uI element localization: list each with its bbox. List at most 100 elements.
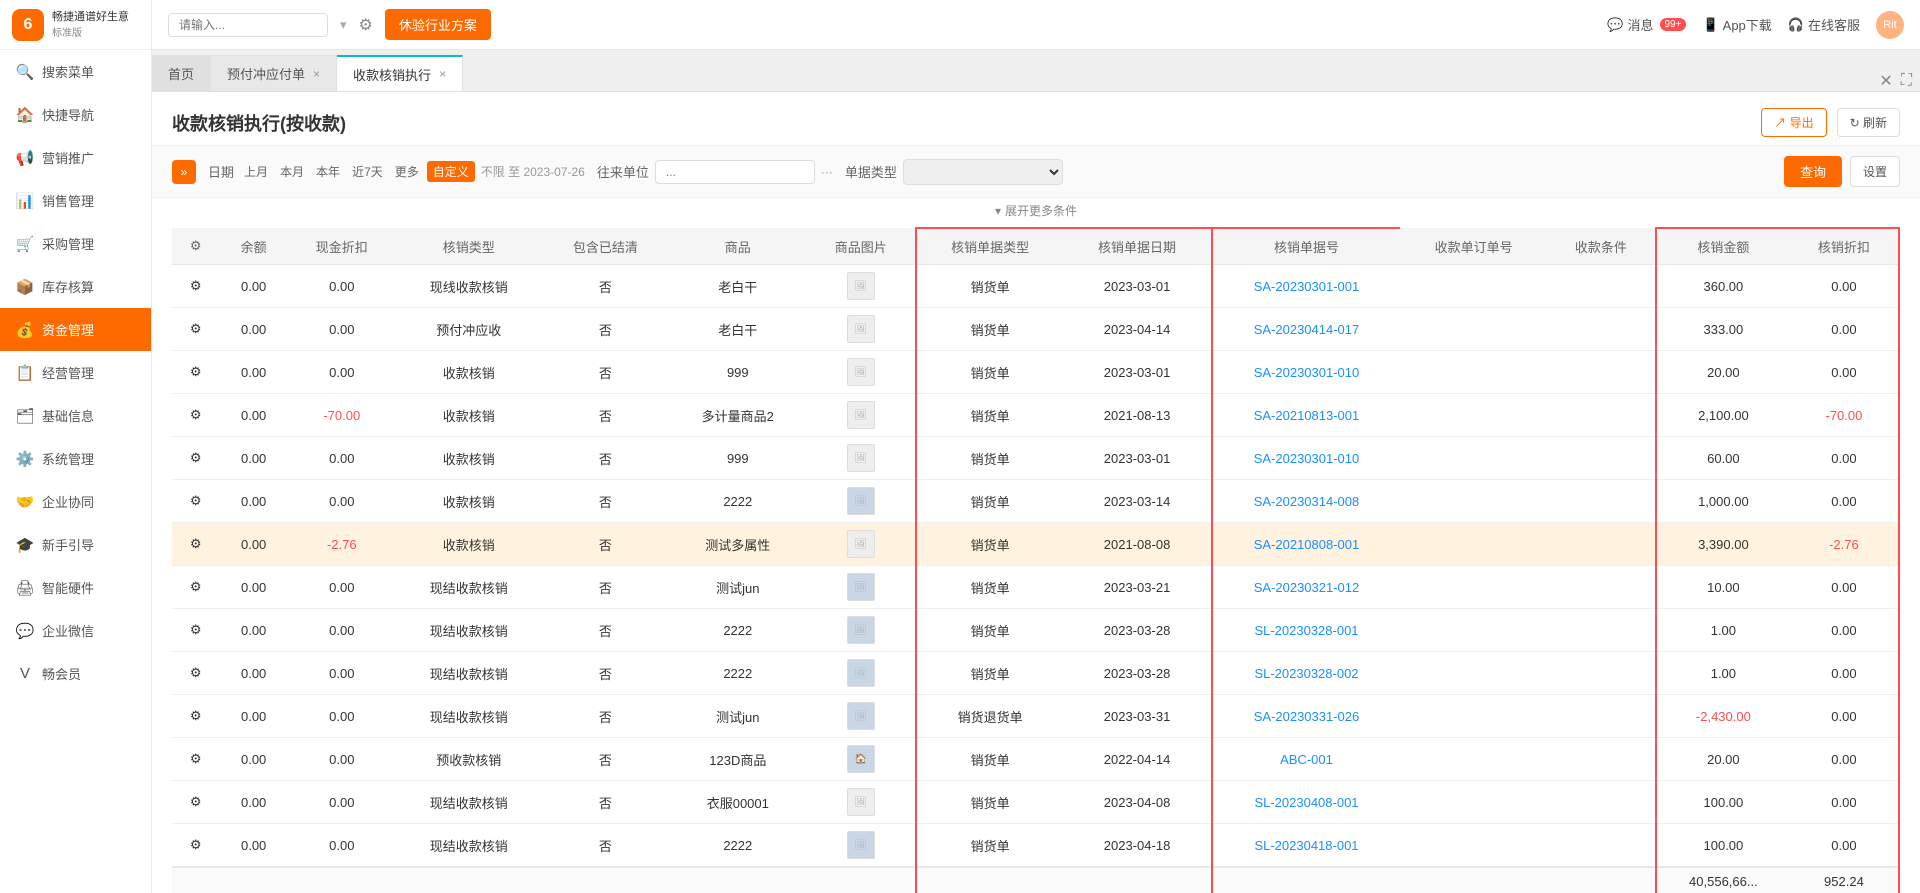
verify-no-link[interactable]: SA-20230314-008 — [1254, 494, 1360, 509]
cell-product: 测试jun — [669, 695, 807, 738]
settings-icon[interactable]: ⚙ — [190, 708, 202, 723]
settings-icon[interactable]: ⚙ — [190, 364, 202, 379]
settings-icon[interactable]: ⚙ — [190, 794, 202, 809]
verify-no-link[interactable]: SA-20230301-010 — [1254, 451, 1360, 466]
cell-receipt_condition — [1547, 738, 1656, 781]
solution-button[interactable]: 休验行业方案 — [385, 9, 491, 40]
last-month-btn[interactable]: 上月 — [240, 161, 272, 182]
this-month-btn[interactable]: 本月 — [276, 161, 308, 182]
cell-cash_discount: 0.00 — [288, 781, 396, 824]
partner-input[interactable] — [655, 160, 815, 184]
tab-label: 首页 — [168, 64, 194, 83]
cell-verify_amount: 1.00 — [1656, 652, 1790, 695]
cell-verify_doc_type: 销货单 — [916, 738, 1064, 781]
verify-no-link[interactable]: SA-20210808-001 — [1254, 537, 1360, 552]
cell-verify_discount: 0.00 — [1790, 609, 1899, 652]
cell-receipt_order_no — [1400, 695, 1546, 738]
tab-1[interactable]: 预付冲应付单× — [211, 55, 337, 91]
verify-no-link[interactable]: SL-20230408-001 — [1254, 795, 1358, 810]
verify-no-link[interactable]: SL-20230328-002 — [1254, 666, 1358, 681]
tab-close-icon[interactable]: × — [313, 67, 320, 81]
online-service-button[interactable]: 🎧 在线客服 — [1788, 15, 1860, 34]
sidebar-item-新手引导[interactable]: 🎓新手引导 — [0, 523, 151, 566]
cell-verify_doc_type: 销货单 — [916, 523, 1064, 566]
cell-verify_amount: 60.00 — [1656, 437, 1790, 480]
sidebar-item-营销推广[interactable]: 📢营销推广 — [0, 136, 151, 179]
custom-date-btn[interactable]: 自定义 — [427, 161, 475, 182]
sidebar-item-搜索菜单[interactable]: 🔍搜索菜单 — [0, 50, 151, 93]
cell-verify_date: 2023-04-14 — [1064, 308, 1212, 351]
settings-button[interactable]: 设置 — [1850, 156, 1900, 187]
verify-no-link[interactable]: SA-20210813-001 — [1254, 408, 1360, 423]
settings-icon[interactable]: ⚙ — [190, 622, 202, 637]
sidebar-item-基础信息[interactable]: 🗂基础信息 — [0, 394, 151, 437]
verify-no-link[interactable]: SA-20230414-017 — [1254, 322, 1360, 337]
settings-icon[interactable]: ⚙ — [190, 407, 202, 422]
sidebar-item-销售管理[interactable]: 📊销售管理 — [0, 179, 151, 222]
close-tab-icon[interactable]: ✕ — [1879, 71, 1892, 91]
sidebar-item-资金管理[interactable]: 💰资金管理 — [0, 308, 151, 351]
cell-verify_type: 收款核销 — [396, 437, 542, 480]
cell-verify_amount: 3,390.00 — [1656, 523, 1790, 566]
verify-no-link[interactable]: ABC-001 — [1280, 752, 1333, 767]
more-date-btn[interactable]: 更多 — [391, 161, 423, 182]
sidebar-item-采购管理[interactable]: 🛒采购管理 — [0, 222, 151, 265]
topbar-gear-icon[interactable]: ⚙ — [359, 15, 373, 35]
partner-more-icon[interactable]: ··· — [821, 165, 833, 179]
export-button[interactable]: ↗ 导出 — [1761, 108, 1826, 137]
table-row: ⚙0.000.00现结收款核销否2222🖼销货单2023-04-18SL-202… — [172, 824, 1899, 868]
this-year-btn[interactable]: 本年 — [312, 161, 344, 182]
date-range-text: 不限 至 2023-07-26 — [481, 163, 585, 180]
cell-verify_doc_type: 销货单 — [916, 824, 1064, 868]
cell-verify_type: 收款核销 — [396, 480, 542, 523]
filter-toggle-button[interactable]: » — [172, 160, 196, 184]
expand-conditions-button[interactable]: ▾ 展开更多条件 — [995, 202, 1077, 219]
settings-icon[interactable]: ⚙ — [190, 278, 202, 293]
last-7days-btn[interactable]: 近7天 — [348, 161, 387, 182]
settings-icon[interactable]: ⚙ — [190, 837, 202, 852]
sidebar-item-label: 快捷导航 — [42, 105, 94, 124]
topbar-search-input[interactable] — [168, 13, 328, 37]
avatar[interactable]: Rit — [1876, 11, 1904, 39]
expand-tab-icon[interactable]: ⛶ — [1901, 72, 1912, 90]
settings-icon[interactable]: ⚙ — [190, 665, 202, 680]
verify-no-link[interactable]: SA-20230301-001 — [1254, 279, 1360, 294]
verify-no-link[interactable]: SA-20230301-010 — [1254, 365, 1360, 380]
settings-icon[interactable]: ⚙ — [190, 450, 202, 465]
verify-no-link[interactable]: SL-20230328-001 — [1254, 623, 1358, 638]
settings-icon[interactable]: ⚙ — [190, 751, 202, 766]
tab-2[interactable]: 收款核销执行× — [337, 55, 463, 91]
filter-date-group: 日期 上月 本月 本年 近7天 更多 自定义 不限 至 2023-07-26 — [208, 161, 585, 182]
sidebar-item-畅会员[interactable]: V畅会员 — [0, 652, 151, 695]
doctype-select[interactable] — [903, 159, 1063, 185]
settings-icon[interactable]: ⚙ — [190, 493, 202, 508]
sidebar-item-智能硬件[interactable]: 🖨智能硬件 — [0, 566, 151, 609]
settings-icon[interactable]: ⚙ — [190, 321, 202, 336]
cell-verify_discount: 0.00 — [1790, 738, 1899, 781]
sidebar-item-label: 经营管理 — [42, 363, 94, 382]
verify-no-link[interactable]: SL-20230418-001 — [1254, 838, 1358, 853]
sidebar-item-库存核算[interactable]: 📦库存核算 — [0, 265, 151, 308]
refresh-button[interactable]: ↻ 刷新 — [1837, 108, 1900, 137]
query-button[interactable]: 查询 — [1784, 156, 1842, 187]
cell-settings: ⚙ — [172, 695, 219, 738]
cell-receipt_condition — [1547, 781, 1656, 824]
page-title: 收款核销执行(按收款) — [172, 110, 346, 136]
tab-0[interactable]: 首页 — [152, 55, 211, 91]
sidebar-item-企业微信[interactable]: 💬企业微信 — [0, 609, 151, 652]
cell-verify_amount: 20.00 — [1656, 738, 1790, 781]
verify-no-link[interactable]: SA-20230321-012 — [1254, 580, 1360, 595]
settings-icon[interactable]: ⚙ — [190, 579, 202, 594]
verify-no-link[interactable]: SA-20230331-026 — [1254, 709, 1360, 724]
sidebar-item-经营管理[interactable]: 📋经营管理 — [0, 351, 151, 394]
message-button[interactable]: 💬 消息 99+ — [1607, 15, 1686, 34]
sidebar-item-系统管理[interactable]: ⚙️系统管理 — [0, 437, 151, 480]
tab-close-icon[interactable]: × — [439, 67, 446, 81]
cell-product: 999 — [669, 351, 807, 394]
table-row: ⚙0.000.00现结收款核销否2222🖼销货单2023-03-28SL-202… — [172, 652, 1899, 695]
sidebar-item-快捷导航[interactable]: 🏠快捷导航 — [0, 93, 151, 136]
app-download-button[interactable]: 📱 App下载 — [1702, 15, 1771, 34]
settings-icon[interactable]: ⚙ — [190, 536, 202, 551]
sidebar-item-企业协同[interactable]: 🤝企业协同 — [0, 480, 151, 523]
cell-verify_doc_type: 销货单 — [916, 437, 1064, 480]
